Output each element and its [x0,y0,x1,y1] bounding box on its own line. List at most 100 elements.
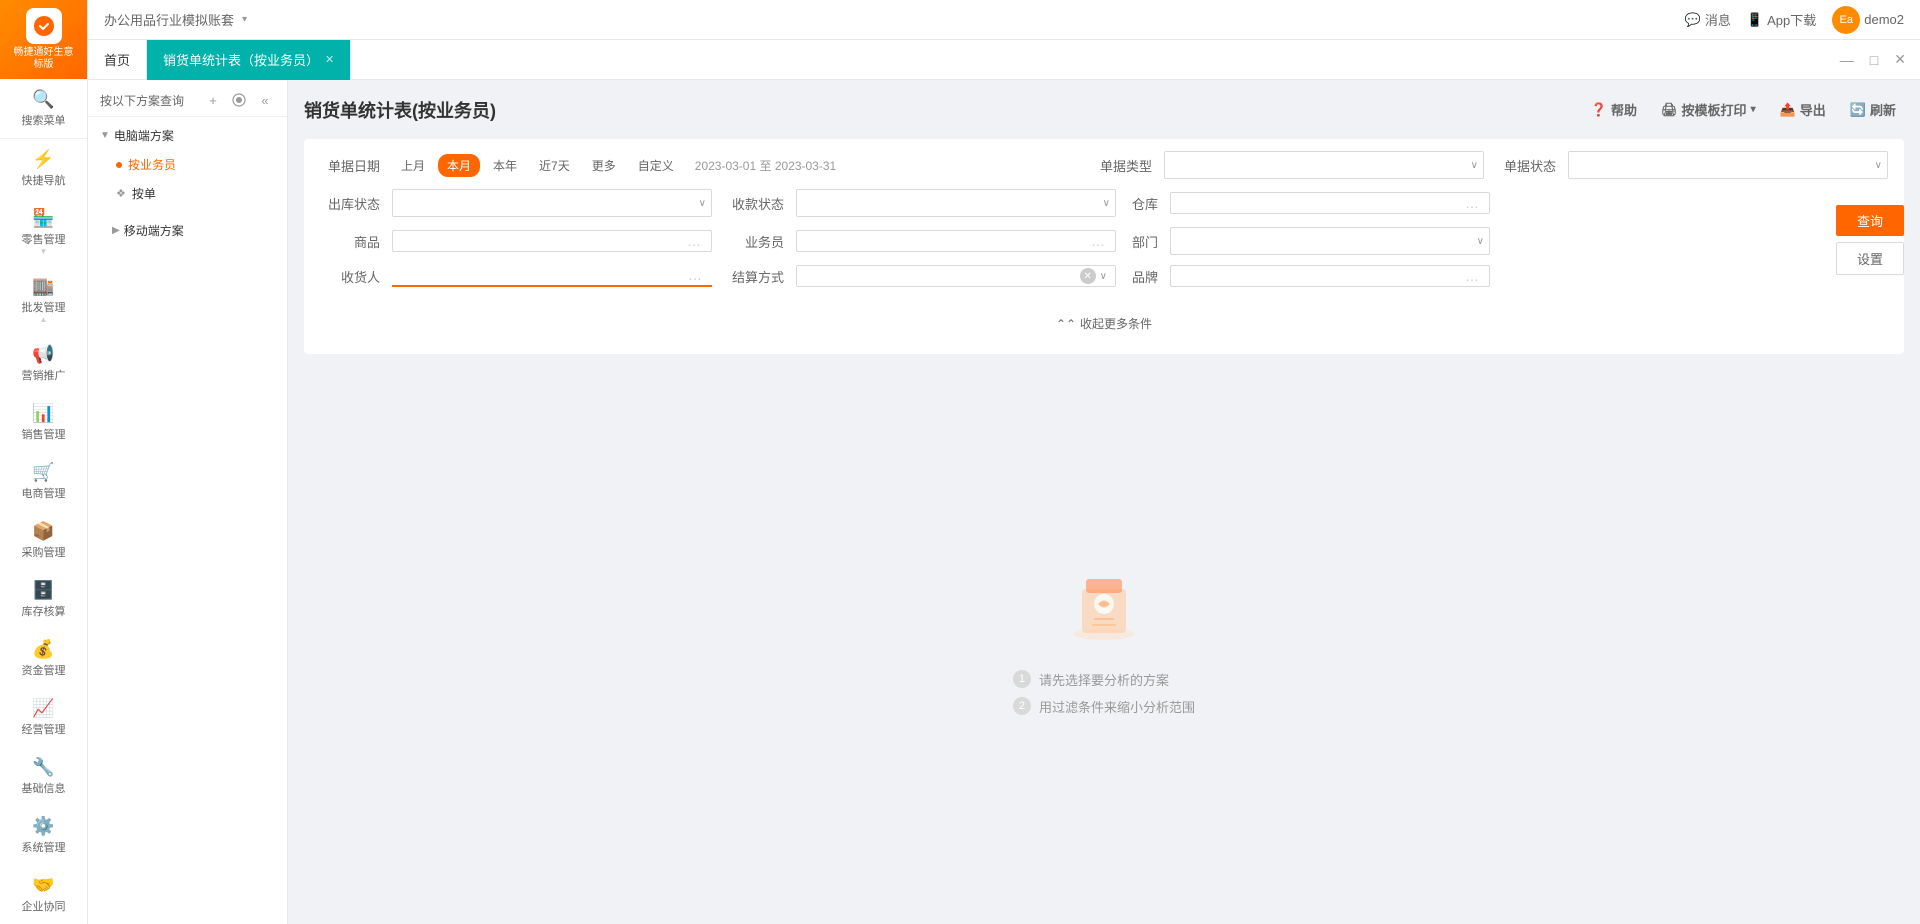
date-tab-more[interactable]: 更多 [583,154,625,177]
receiver-label: 收货人 [320,267,380,286]
sidebar-item-basics[interactable]: 🔧 基础信息 [0,747,87,806]
help-btn[interactable]: ❓ 帮助 [1583,96,1645,123]
sidebar-item-inventory[interactable]: 🗄️ 库存核算 [0,570,87,629]
sidebar-finance-label: 资金管理 [22,662,66,678]
tab-bar: 首页 销货单统计表（按业务员） ✕ — □ ✕ [88,40,1920,80]
sidebar-system-label: 系统管理 [22,839,66,855]
group-mobile-label: 移动端方案 [124,222,184,239]
group-pc-label: 电脑端方案 [114,127,174,144]
sidebar-item-marketing[interactable]: 📢 营销推广 [0,334,87,393]
breadcrumb-dropdown[interactable]: ▾ [242,14,247,25]
collapse-panel-btn[interactable]: « [255,90,275,110]
sidebar-item-sales[interactable]: 📊 销售管理 [0,393,87,452]
page-title-actions: ❓ 帮助 🖨 按模板打印 ▾ 📤 导出 🔄 刷新 [1583,96,1904,123]
brand-label: 品牌 [1128,267,1158,286]
empty-illustration [1054,559,1154,662]
date-tab-this-month[interactable]: 本月 [438,154,480,177]
scheme-item-by-salesman[interactable]: 按业务员 [88,150,287,179]
scheme-group-pc-header[interactable]: ▼ 电脑端方案 [88,121,287,150]
quicknav-icon: ⚡ [32,149,54,170]
out-status-select[interactable] [392,189,712,217]
sidebar-item-finance[interactable]: 💰 资金管理 [0,629,87,688]
edit-scheme-btn[interactable] [229,90,249,110]
empty-tips: 1 请先选择要分析的方案 2 用过滤条件来缩小分析范围 [1013,670,1195,716]
sidebar-item-ecommerce[interactable]: 🛒 电商管理 [0,452,87,511]
date-tab-7days[interactable]: 近7天 [530,154,579,177]
warehouse-input-wrap: … [1170,192,1490,214]
warehouse-dots[interactable]: … [1463,195,1481,211]
department-select[interactable] [1170,227,1490,255]
date-tab-last-month[interactable]: 上月 [392,154,434,177]
date-label: 单据日期 [320,156,380,175]
message-btn[interactable]: 💬 消息 [1685,10,1731,29]
left-panel-title: 按以下方案查询 [100,92,184,109]
tab-maximize-btn[interactable]: □ [1864,48,1884,72]
tab-sales-stats[interactable]: 销货单统计表（按业务员） ✕ [147,40,351,80]
tab-close-all-btn[interactable]: ✕ [1888,47,1912,72]
collection-status-select[interactable] [796,189,1116,217]
app-download-btn[interactable]: 📱 App下载 [1747,10,1816,29]
goods-dots[interactable]: … [685,233,703,249]
active-dot [116,162,122,168]
sidebar-item-quicknav[interactable]: ⚡ 快捷导航 [0,139,87,198]
collapse-conditions-btn[interactable]: ⌃⌃ 收起更多条件 [1050,309,1158,338]
enterprise-icon: 🤝 [32,875,54,896]
sub-icon: ❖ [116,187,126,200]
date-tab-this-year[interactable]: 本年 [484,154,526,177]
sidebar-wholesale-label: 批发管理 [22,299,66,315]
sidebar-item-enterprise[interactable]: 🤝 企业协同 [0,865,87,924]
doc-type-select[interactable] [1164,151,1484,179]
scheme-group-mobile-header[interactable]: ▶ 移动端方案 [88,216,287,245]
ecommerce-icon: 🛒 [32,462,54,483]
tab-minimize-btn[interactable]: — [1834,48,1860,72]
warehouse-label: 仓库 [1128,194,1158,213]
add-scheme-btn[interactable]: + [203,90,223,110]
filter-row-3: 商品 … 业务员 … 部门 ∨ [320,227,1888,255]
salesman-dots[interactable]: … [1089,233,1107,249]
sidebar-item-search[interactable]: 🔍 搜索菜单 [0,79,87,139]
brand-dots[interactable]: … [1463,268,1481,284]
print-btn[interactable]: 🖨 按模板打印 ▾ [1653,96,1764,123]
left-panel-actions: + « [203,90,275,110]
doc-status-select[interactable] [1568,151,1888,179]
right-content: 销货单统计表(按业务员) ❓ 帮助 🖨 按模板打印 ▾ 📤 导出 [288,80,1920,924]
settings-btn[interactable]: 设置 [1836,242,1904,275]
brand-input-wrap: … [1170,265,1490,287]
sidebar-item-purchase[interactable]: 📦 采购管理 [0,511,87,570]
app-download-label: App下载 [1767,10,1816,29]
refresh-label: 刷新 [1870,100,1896,119]
empty-tip-2: 2 用过滤条件来缩小分析范围 [1013,697,1195,716]
tab-sales-stats-label: 销货单统计表（按业务员） [163,50,319,69]
sidebar-item-system[interactable]: ⚙️ 系统管理 [0,806,87,865]
sidebar-marketing-label: 营销推广 [22,367,66,383]
settlement-clear-btn[interactable]: ✕ [1080,268,1096,284]
sidebar-item-retail[interactable]: 🏪 零售管理 ▼ [0,198,87,266]
sidebar-operations-label: 经营管理 [22,721,66,737]
receiver-dots[interactable]: … [686,267,704,283]
refresh-btn[interactable]: 🔄 刷新 [1842,96,1904,123]
tab-home[interactable]: 首页 [88,40,147,80]
sidebar-item-operations[interactable]: 📈 经营管理 [0,688,87,747]
sidebar-item-wholesale[interactable]: 🏬 批发管理 ▲ [0,266,87,334]
scheme-item-by-doc[interactable]: ❖ 按单 [88,179,287,208]
user-menu[interactable]: Ea demo2 [1832,6,1904,34]
export-btn[interactable]: 📤 导出 [1772,96,1834,123]
sidebar-ecommerce-label: 电商管理 [22,485,66,501]
out-status-select-wrap: ∨ [392,189,712,217]
system-icon: ⚙️ [32,816,54,837]
scheme-group-pc: ▼ 电脑端方案 按业务员 ❖ 按单 [88,117,287,212]
sidebar-logo[interactable]: 畅捷通好生意 标版 [0,0,87,79]
group-pc-arrow: ▼ [100,130,110,141]
sidebar-inventory-label: 库存核算 [22,603,66,619]
refresh-icon: 🔄 [1850,102,1866,118]
query-btn[interactable]: 查询 [1836,205,1904,236]
tip-num-1: 1 [1013,670,1031,688]
doc-type-select-wrap: ∨ [1164,151,1484,179]
header-right: 💬 消息 📱 App下载 Ea demo2 [1685,6,1904,34]
date-tab-custom[interactable]: 自定义 [629,154,683,177]
filter-area: 单据日期 上月 本月 本年 近7天 更多 自定义 2023-03-01 至 20… [304,139,1904,354]
tab-close-btn[interactable]: ✕ [325,53,334,66]
tab-home-label: 首页 [104,50,130,69]
salesman-label: 业务员 [724,232,784,251]
avatar: Ea [1832,6,1860,34]
